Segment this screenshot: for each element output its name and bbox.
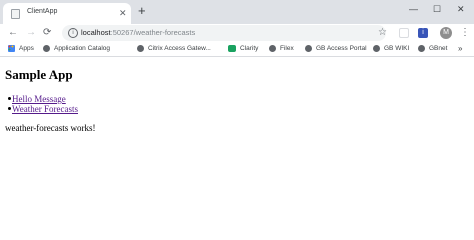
bookmark-label: Application Catalog (54, 45, 111, 52)
new-tab-button[interactable]: + (138, 4, 146, 18)
list-item: Hello Message (8, 94, 78, 104)
clarity-icon (228, 44, 236, 52)
nav-list: Hello Message Weather Forecasts (8, 94, 78, 114)
url-text[interactable]: localhost:50267/weather-forecasts (81, 27, 195, 39)
tab-clientapp[interactable]: ClientApp ✕ (3, 3, 131, 24)
bookmark-label: Apps (19, 45, 34, 52)
page-icon (11, 9, 20, 19)
bookmark-label: GBnet (429, 45, 448, 52)
bookmark-label: GB WIKI (384, 45, 410, 52)
url-host: localhost (81, 28, 111, 37)
browser-menu-icon[interactable]: ⋮ (460, 25, 470, 41)
page-content: Sample App Hello Message Weather Forecas… (0, 57, 474, 240)
bookmarks-bar: Apps Application Catalog Citrix Access G… (0, 42, 474, 57)
bookmark-star-icon[interactable]: ☆ (378, 25, 387, 41)
tab-strip: ClientApp ✕ + — ☐ ✕ (0, 0, 474, 24)
close-tab-icon[interactable]: ✕ (119, 6, 127, 20)
address-bar[interactable]: i localhost:50267/weather-forecasts (62, 25, 386, 41)
bookmark-label: GB Access Portal (316, 45, 367, 52)
bullet (8, 97, 11, 100)
globe-icon (43, 44, 50, 52)
extension-info-icon[interactable]: i (418, 28, 428, 38)
url-path: /weather-forecasts (133, 28, 196, 37)
bookmark-label: Clarity (240, 45, 259, 52)
list-item: Weather Forecasts (8, 104, 78, 114)
globe-icon (418, 44, 425, 52)
bookmark-gb-wiki[interactable]: GB WIKI (373, 43, 409, 55)
bookmark-apps[interactable]: Apps (8, 43, 34, 55)
apps-grid-icon (8, 44, 15, 52)
bookmark-label: Filex (280, 45, 294, 52)
forward-button[interactable]: → (26, 25, 36, 41)
weather-forecasts-link[interactable]: Weather Forecasts (12, 104, 78, 114)
extension-icon[interactable] (399, 28, 409, 38)
bookmark-filex[interactable]: Filex (269, 43, 294, 55)
bullet (8, 107, 11, 110)
bookmark-label: Citrix Access Gatew... (148, 45, 211, 52)
back-button[interactable]: ← (8, 25, 18, 41)
close-window-button[interactable]: ✕ (457, 2, 465, 16)
bookmark-clarity[interactable]: Clarity (228, 43, 258, 55)
reload-button[interactable]: ⟳ (43, 25, 51, 41)
bookmark-gb-access-portal[interactable]: GB Access Portal (305, 43, 367, 55)
more-bookmarks-button[interactable]: » (458, 43, 462, 55)
globe-icon (305, 44, 312, 52)
bookmark-application-catalog[interactable]: Application Catalog (43, 43, 110, 55)
maximize-button[interactable]: ☐ (433, 2, 441, 16)
browser-toolbar: ← → ⟳ i localhost:50267/weather-forecast… (0, 24, 474, 42)
status-message: weather-forecasts works! (5, 123, 96, 133)
bookmark-gbnet[interactable]: GBnet (418, 43, 447, 55)
globe-icon (137, 44, 144, 52)
globe-icon (373, 44, 380, 52)
profile-avatar[interactable]: M (440, 27, 452, 39)
url-port: :50267 (110, 28, 134, 37)
minimize-button[interactable]: — (409, 2, 418, 16)
tab-title: ClientApp (27, 8, 58, 15)
hello-message-link[interactable]: Hello Message (12, 94, 66, 104)
site-info-icon[interactable]: i (68, 28, 78, 38)
globe-icon (269, 44, 276, 52)
page-title: Sample App (5, 67, 73, 82)
bookmark-citrix-access-gateway[interactable]: Citrix Access Gatew... (137, 43, 211, 55)
